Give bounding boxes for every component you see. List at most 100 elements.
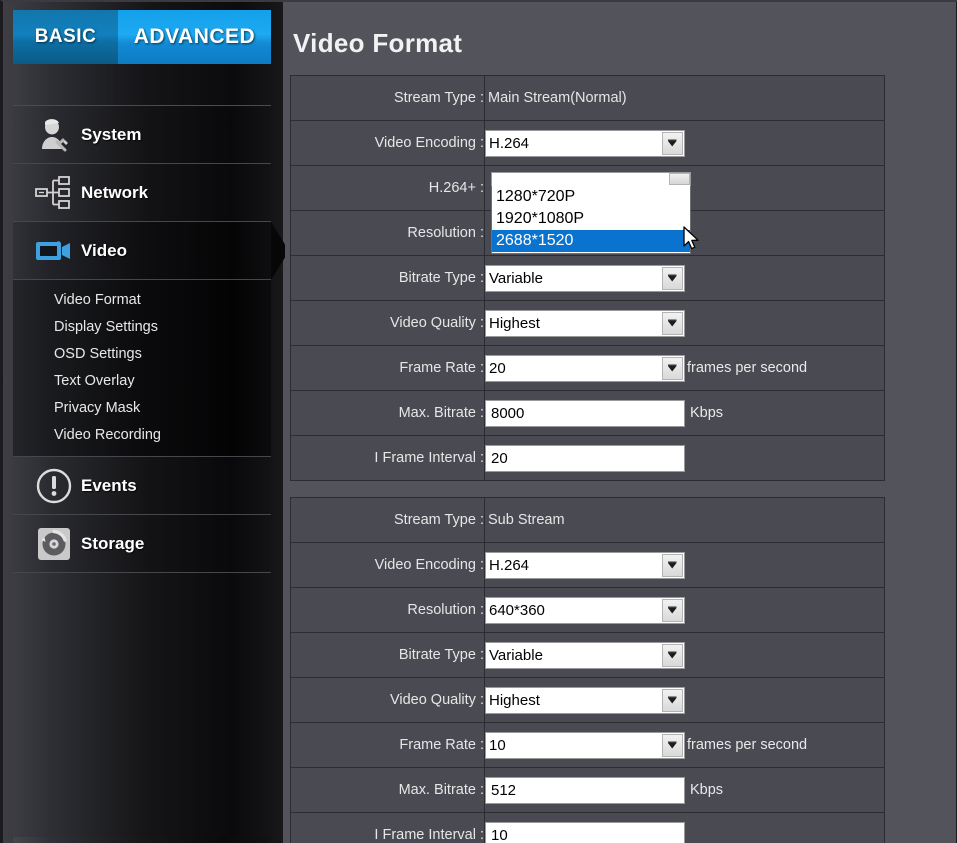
resolution-dropdown-open[interactable]: 1280*720P 1920*1080P 2688*1520: [491, 172, 691, 254]
dropdown-option-label: 2688*1520: [496, 232, 574, 249]
sidebar-empty-area: [13, 573, 271, 837]
chevron-down-icon[interactable]: [662, 688, 683, 712]
table-row-resolution: Resolution : 640*360: [290, 587, 885, 633]
select-frame-rate-main[interactable]: 20: [485, 354, 685, 382]
sidebar-subitem-display-settings[interactable]: Display Settings: [13, 313, 271, 340]
dropdown-option-2688x1520[interactable]: 2688*1520: [492, 230, 690, 252]
chevron-down-icon[interactable]: [662, 356, 683, 380]
dropdown-option-label: 1280*720P: [496, 188, 576, 205]
label-max-bitrate: Max. Bitrate :: [290, 767, 485, 813]
table-row-frame-rate: Frame Rate : 10 frames per second: [290, 722, 885, 768]
select-value: 20: [489, 359, 506, 377]
table-row-video-quality: Video Quality : Highest: [290, 677, 885, 723]
select-frame-rate-sub[interactable]: 10: [485, 731, 685, 759]
sidebar-subitem-label: Video Recording: [54, 426, 161, 443]
select-value: Variable: [489, 269, 543, 287]
chevron-down-icon[interactable]: [662, 131, 683, 155]
system-user-tools-icon: [27, 113, 81, 157]
table-row-max-bitrate: Max. Bitrate : Kbps: [290, 390, 885, 436]
tab-advanced-label: ADVANCED: [133, 25, 256, 48]
sidebar-spacer: [13, 64, 271, 106]
label-video-quality: Video Quality :: [290, 677, 485, 723]
sidebar-nav: System Network Video Video Format Displa…: [13, 106, 289, 837]
network-tree-icon: [27, 171, 81, 215]
dropdown-option-1920x1080p[interactable]: 1920*1080P: [492, 208, 690, 230]
chevron-down-icon[interactable]: [662, 553, 683, 577]
unit-frame-rate: frames per second: [687, 737, 808, 753]
sidebar-subitem-video-recording[interactable]: Video Recording: [13, 421, 271, 448]
sidebar-subitem-label: Text Overlay: [54, 372, 135, 389]
camera-web-ui-window: BASIC ADVANCED System Network Video Vide…: [0, 0, 957, 843]
sidebar-item-label: Storage: [81, 533, 145, 553]
unit-frame-rate: frames per second: [687, 360, 808, 376]
chevron-down-icon[interactable]: [662, 643, 683, 667]
tab-basic-label: BASIC: [34, 26, 97, 47]
select-resolution-sub[interactable]: 640*360: [485, 596, 685, 624]
table-row-bitrate-type: Bitrate Type : Variable: [290, 255, 885, 301]
sidebar-subitem-osd-settings[interactable]: OSD Settings: [13, 340, 271, 367]
sidebar-subitem-text-overlay[interactable]: Text Overlay: [13, 367, 271, 394]
select-value: 640*360: [489, 601, 545, 619]
select-value: Highest: [489, 691, 540, 709]
content-area: Video Format Stream Type : Main Stream(N…: [285, 2, 957, 843]
select-bitrate-type-main[interactable]: Variable: [485, 264, 685, 292]
select-video-encoding-main[interactable]: H.264: [485, 129, 685, 157]
sub-stream-settings-table: Stream Type : Sub Stream Video Encoding …: [290, 497, 885, 843]
table-row-frame-rate: Frame Rate : 20 frames per second: [290, 345, 885, 391]
select-value: 10: [489, 736, 506, 754]
dropdown-collapsed-strip[interactable]: [491, 172, 691, 186]
sidebar-subitem-label: Privacy Mask: [54, 399, 141, 416]
tab-advanced[interactable]: ADVANCED: [118, 10, 271, 64]
sidebar-subitem-video-format[interactable]: Video Format: [13, 286, 271, 313]
sidebar-subitem-label: OSD Settings: [54, 345, 142, 362]
dropdown-option-label: 1920*1080P: [496, 210, 585, 227]
table-row-video-quality: Video Quality : Highest: [290, 300, 885, 346]
select-bitrate-type-sub[interactable]: Variable: [485, 641, 685, 669]
input-max-bitrate-sub[interactable]: [485, 776, 685, 804]
sidebar-subitem-privacy-mask[interactable]: Privacy Mask: [13, 394, 271, 421]
label-video-encoding: Video Encoding :: [290, 542, 485, 588]
table-row-stream-type: Stream Type : Sub Stream: [290, 497, 885, 543]
select-value: Variable: [489, 646, 543, 664]
input-i-frame-interval-main[interactable]: [485, 444, 685, 472]
chevron-down-icon[interactable]: [669, 173, 690, 185]
page-title: Video Format: [293, 28, 463, 58]
tab-basic[interactable]: BASIC: [13, 10, 118, 64]
sidebar-item-events[interactable]: Events: [13, 457, 271, 515]
table-row-video-encoding: Video Encoding : H.264: [290, 542, 885, 588]
chevron-down-icon[interactable]: [662, 266, 683, 290]
chevron-down-icon[interactable]: [662, 311, 683, 335]
video-camera-icon: [27, 229, 81, 273]
dropdown-option-list: 1280*720P 1920*1080P 2688*1520: [491, 186, 691, 254]
label-bitrate-type: Bitrate Type :: [290, 632, 485, 678]
select-value: Highest: [489, 314, 540, 332]
label-video-encoding: Video Encoding :: [290, 120, 485, 166]
table-row-i-frame-interval: I Frame Interval :: [290, 812, 885, 843]
table-row-i-frame-interval: I Frame Interval :: [290, 435, 885, 481]
sidebar-item-storage[interactable]: Storage: [13, 515, 271, 573]
select-video-quality-sub[interactable]: Highest: [485, 686, 685, 714]
sidebar-subnav-video: Video Format Display Settings OSD Settin…: [13, 280, 271, 457]
value-stream-type: Main Stream(Normal): [488, 90, 627, 106]
input-max-bitrate-main[interactable]: [485, 399, 685, 427]
select-video-quality-main[interactable]: Highest: [485, 309, 685, 337]
sidebar-item-network[interactable]: Network: [13, 164, 271, 222]
dropdown-option-1280x720p[interactable]: 1280*720P: [492, 186, 690, 208]
sidebar-subitem-label: Display Settings: [54, 318, 158, 335]
top-tabs: BASIC ADVANCED: [13, 10, 271, 64]
label-i-frame-interval: I Frame Interval :: [290, 812, 485, 843]
chevron-down-icon[interactable]: [662, 598, 683, 622]
input-i-frame-interval-sub[interactable]: [485, 821, 685, 843]
label-bitrate-type: Bitrate Type :: [290, 255, 485, 301]
label-stream-type: Stream Type :: [290, 75, 485, 121]
select-video-encoding-sub[interactable]: H.264: [485, 551, 685, 579]
chevron-down-icon[interactable]: [662, 733, 683, 757]
sidebar-item-label: System: [81, 124, 142, 144]
unit-max-bitrate: Kbps: [690, 405, 724, 421]
table-row-bitrate-type: Bitrate Type : Variable: [290, 632, 885, 678]
label-i-frame-interval: I Frame Interval :: [290, 435, 485, 481]
sidebar-item-system[interactable]: System: [13, 106, 271, 164]
label-stream-type: Stream Type :: [290, 497, 485, 543]
table-row-max-bitrate: Max. Bitrate : Kbps: [290, 767, 885, 813]
sidebar-item-video[interactable]: Video: [13, 221, 289, 280]
